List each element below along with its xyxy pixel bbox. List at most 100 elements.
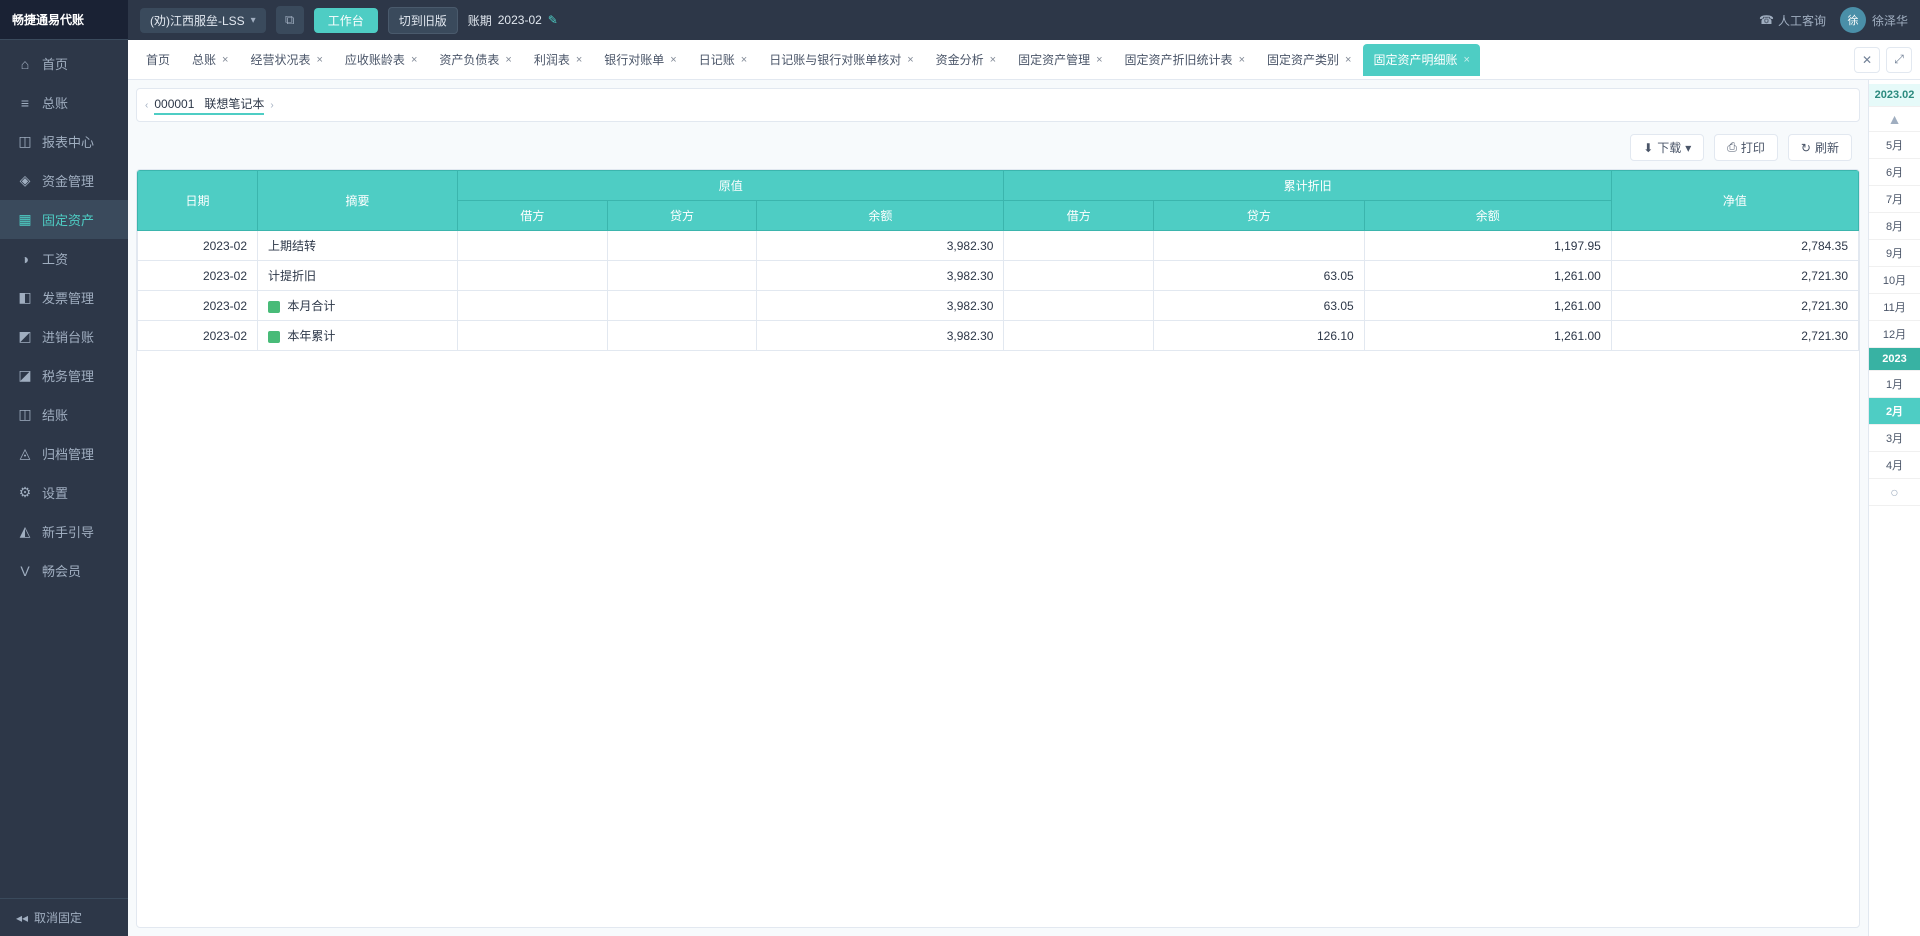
- main-area: (劝)江西服垒-LSS ▾ ⧉ 工作台 切到旧版 账期 2023-02 ✎ ☎ …: [128, 0, 1920, 936]
- tab-bank-stmt-label: 银行对账单: [604, 51, 664, 68]
- date-nav-month-10[interactable]: 10月: [1869, 267, 1920, 294]
- tab-balance[interactable]: 资产负债表 ×: [429, 44, 521, 76]
- sidebar-item-invoice[interactable]: ◧ 发票管理: [0, 278, 128, 317]
- table-row: 2023-02 本年累计 3,982.30 126.10 1,261.00 2,…: [138, 321, 1859, 351]
- tab-fund-analysis[interactable]: 资金分析 ×: [926, 44, 1006, 76]
- cell-desc-3: 本年累计: [258, 321, 458, 351]
- date-nav-month-1[interactable]: 1月: [1869, 371, 1920, 398]
- company-selector[interactable]: (劝)江西服垒-LSS ▾: [140, 8, 266, 33]
- tab-home[interactable]: 首页: [136, 44, 180, 76]
- tab-maximize-icon[interactable]: ⤢: [1886, 47, 1912, 73]
- work-center-button[interactable]: 工作台: [314, 8, 378, 33]
- tab-asset-depr[interactable]: 固定资产折旧统计表 ×: [1115, 44, 1255, 76]
- download-button[interactable]: ⬇ 下载 ▾: [1630, 134, 1704, 161]
- tab-close-all-icon[interactable]: ✕: [1854, 47, 1880, 73]
- date-nav-top-period[interactable]: 2023.02: [1869, 84, 1920, 107]
- tab-ledger[interactable]: 总账 ×: [182, 44, 238, 76]
- copy-icon-btn[interactable]: ⧉: [276, 6, 304, 34]
- tab-profit-close-icon[interactable]: ×: [576, 54, 582, 66]
- refresh-button[interactable]: ↻ 刷新: [1788, 134, 1852, 161]
- tab-asset-detail-close-icon[interactable]: ×: [1463, 54, 1469, 66]
- sidebar-item-home[interactable]: ⌂ 首页: [0, 44, 128, 83]
- settings-icon: ⚙: [16, 484, 34, 501]
- tab-bank-stmt[interactable]: 银行对账单 ×: [594, 44, 686, 76]
- tab-asset-mgmt-label: 固定资产管理: [1018, 51, 1090, 68]
- tab-biz-status-label: 经营状况表: [250, 51, 310, 68]
- cell-net-value-3: 2,721.30: [1611, 321, 1858, 351]
- sidebar-pin-btn[interactable]: ◂◂ 取消固定: [0, 898, 128, 936]
- tab-asset-type[interactable]: 固定资产类别 ×: [1257, 44, 1361, 76]
- close-accounts-icon: ◫: [16, 406, 34, 423]
- tab-bar: 首页 总账 × 经营状况表 × 应收账龄表 × 资产负债表 × 利润表 × 银行…: [128, 40, 1920, 80]
- tab-asset-mgmt[interactable]: 固定资产管理 ×: [1008, 44, 1112, 76]
- sidebar-item-ledger[interactable]: ≡ 总账: [0, 83, 128, 122]
- refresh-label: 刷新: [1815, 139, 1839, 156]
- service-btn[interactable]: ☎ 人工客询: [1759, 12, 1826, 29]
- refresh-icon: ↻: [1801, 141, 1811, 155]
- tab-journal[interactable]: 日记账 ×: [689, 44, 757, 76]
- sidebar-item-close[interactable]: ◫ 结账: [0, 395, 128, 434]
- tab-profit[interactable]: 利润表 ×: [524, 44, 592, 76]
- period-edit-icon[interactable]: ✎: [548, 13, 558, 27]
- date-nav-month-4[interactable]: 4月: [1869, 452, 1920, 479]
- col-header-depr-credit: 贷方: [1154, 201, 1365, 231]
- cell-net-value-1: 2,721.30: [1611, 261, 1858, 291]
- cell-orig-credit-3: [607, 321, 757, 351]
- breadcrumb-asset: 000001 联想笔记本: [154, 95, 264, 115]
- tab-receivable[interactable]: 应收账龄表 ×: [335, 44, 427, 76]
- tab-receivable-close-icon[interactable]: ×: [411, 54, 417, 66]
- col-header-orig-balance: 余额: [757, 201, 1004, 231]
- col-header-orig-credit: 贷方: [607, 201, 757, 231]
- sidebar-item-fund[interactable]: ◈ 资金管理: [0, 161, 128, 200]
- date-nav-up-btn[interactable]: ▲: [1869, 107, 1920, 132]
- tab-asset-mgmt-close-icon[interactable]: ×: [1096, 54, 1102, 66]
- sidebar-item-tax[interactable]: ◪ 税务管理: [0, 356, 128, 395]
- cell-depr-balance-1: 1,261.00: [1364, 261, 1611, 291]
- date-nav-circle-btn[interactable]: ○: [1869, 479, 1920, 506]
- date-nav-month-5[interactable]: 5月: [1869, 132, 1920, 159]
- table-row: 2023-02 本月合计 3,982.30 63.05 1,261.00 2,7…: [138, 291, 1859, 321]
- tab-bank-stmt-close-icon[interactable]: ×: [670, 54, 676, 66]
- sidebar-label-invoice: 发票管理: [42, 288, 94, 307]
- date-nav-month-12[interactable]: 12月: [1869, 321, 1920, 348]
- user-menu[interactable]: 徐 徐泽华: [1840, 7, 1908, 33]
- date-nav-month-8[interactable]: 8月: [1869, 213, 1920, 240]
- table-row: 2023-02 计提折旧 3,982.30 63.05 1,261.00 2,7…: [138, 261, 1859, 291]
- company-chevron-icon: ▾: [251, 15, 256, 26]
- date-nav-month-3[interactable]: 3月: [1869, 425, 1920, 452]
- sidebar-item-sales[interactable]: ◩ 进销台账: [0, 317, 128, 356]
- cell-orig-credit-2: [607, 291, 757, 321]
- tab-balance-close-icon[interactable]: ×: [505, 54, 511, 66]
- tab-asset-depr-close-icon[interactable]: ×: [1239, 54, 1245, 66]
- date-nav-top-period-label: 2023.02: [1875, 89, 1915, 101]
- sidebar-item-salary[interactable]: ◑ 工资: [0, 239, 128, 278]
- date-nav-month-7[interactable]: 7月: [1869, 186, 1920, 213]
- tab-asset-type-close-icon[interactable]: ×: [1345, 54, 1351, 66]
- switch-old-button[interactable]: 切到旧版: [388, 7, 458, 34]
- sidebar-item-archive[interactable]: ◬ 归档管理: [0, 434, 128, 473]
- tab-fund-analysis-close-icon[interactable]: ×: [990, 54, 996, 66]
- tab-ledger-close-icon[interactable]: ×: [222, 54, 228, 66]
- date-nav-month-6[interactable]: 6月: [1869, 159, 1920, 186]
- tab-biz-close-icon[interactable]: ×: [316, 54, 322, 66]
- date-nav-month-11[interactable]: 11月: [1869, 294, 1920, 321]
- breadcrumb-forward-icon[interactable]: ›: [270, 100, 273, 111]
- sidebar-item-reports[interactable]: ◫ 报表中心: [0, 122, 128, 161]
- sidebar-item-assets[interactable]: ▦ 固定资产: [0, 200, 128, 239]
- cell-desc-0: 上期结转: [258, 231, 458, 261]
- tab-asset-detail[interactable]: 固定资产明细账 ×: [1363, 44, 1479, 76]
- date-nav-month-9[interactable]: 9月: [1869, 240, 1920, 267]
- tab-journal-close-icon[interactable]: ×: [741, 54, 747, 66]
- date-nav-month-2-active[interactable]: 2月: [1869, 398, 1920, 425]
- avatar: 徐: [1840, 7, 1866, 33]
- tab-journal-bank-close-icon[interactable]: ×: [907, 54, 913, 66]
- sidebar-item-settings[interactable]: ⚙ 设置: [0, 473, 128, 512]
- print-button[interactable]: ⎙ 打印: [1714, 134, 1778, 161]
- sidebar-item-guide[interactable]: ◭ 新手引导: [0, 512, 128, 551]
- sidebar-item-vip[interactable]: V 畅会员: [0, 551, 128, 590]
- breadcrumb-back-icon[interactable]: ‹: [145, 100, 148, 111]
- tab-journal-bank[interactable]: 日记账与银行对账单核对 ×: [759, 44, 923, 76]
- cell-date-2: 2023-02: [138, 291, 258, 321]
- page-content: ‹ 000001 联想笔记本 › ⬇ 下载 ▾ ⎙ 打印: [128, 80, 1868, 936]
- tab-biz-status[interactable]: 经营状况表 ×: [240, 44, 332, 76]
